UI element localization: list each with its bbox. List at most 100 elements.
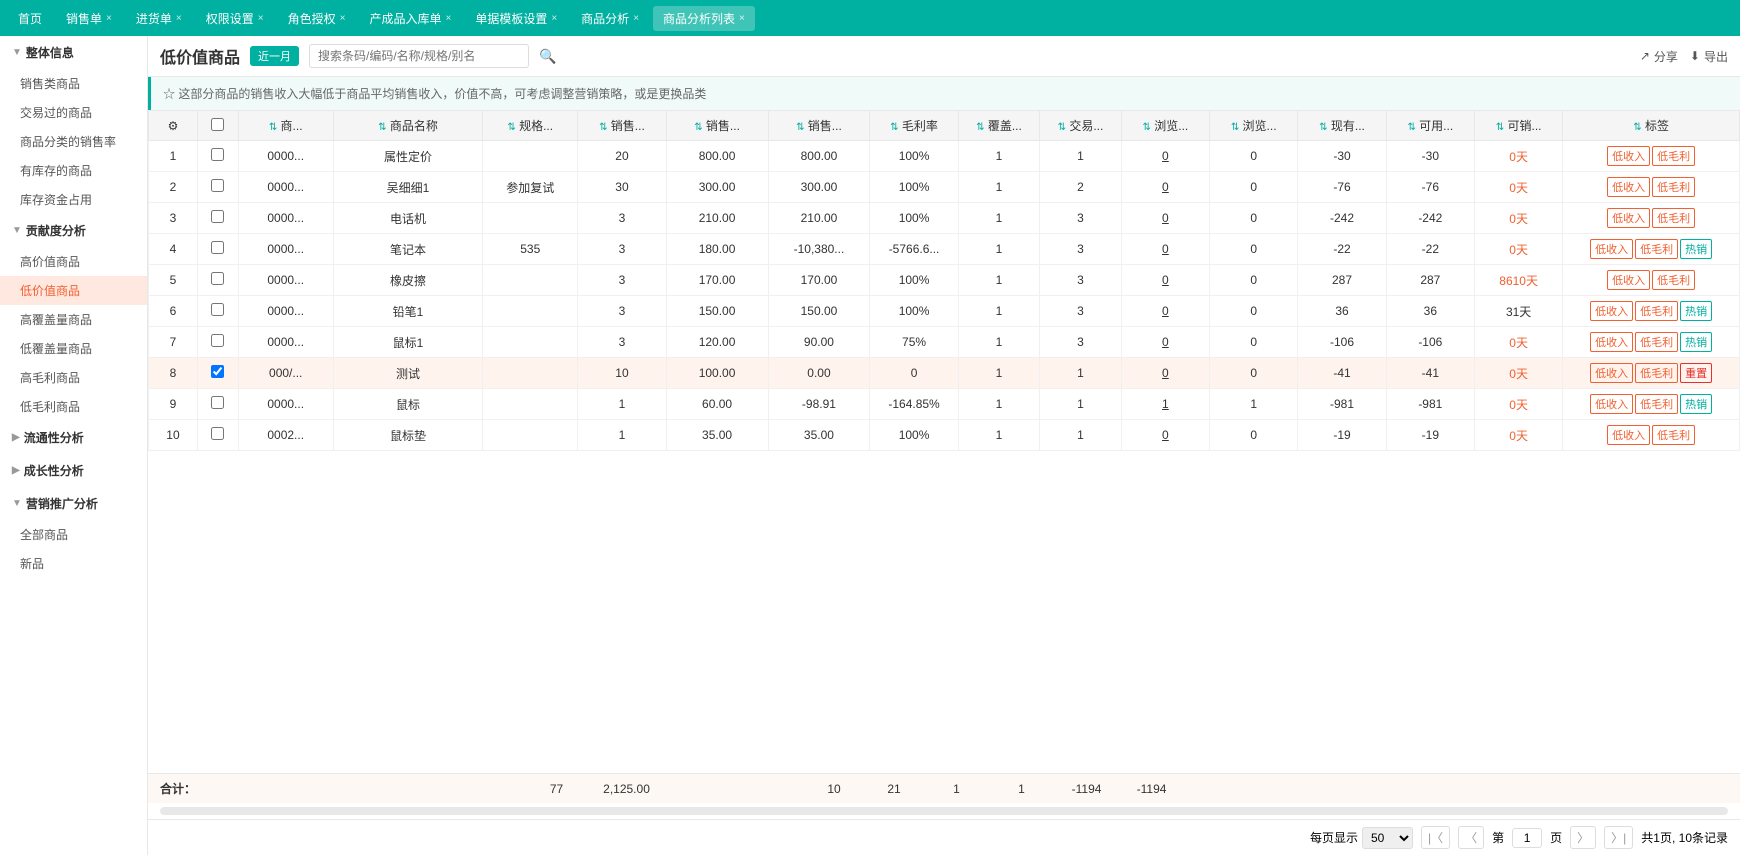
col-spec-header[interactable]: ⇅ 规格... bbox=[483, 111, 578, 141]
horizontal-scrollbar[interactable] bbox=[160, 807, 1728, 815]
table-row: 4 0000... 笔记本 535 3 180.00 -10,380... -5… bbox=[149, 234, 1740, 265]
first-page-btn[interactable]: |〈 bbox=[1421, 826, 1450, 849]
nav-close-icon[interactable]: × bbox=[106, 13, 112, 24]
row-transaction: 3 bbox=[1040, 265, 1122, 296]
row-code: 0000... bbox=[238, 296, 333, 327]
sidebar-group-marketing[interactable]: ▼ 营销推广分析 bbox=[0, 487, 147, 520]
row-browse1: 0 bbox=[1121, 420, 1209, 451]
sidebar-item-high-coverage[interactable]: 高覆盖量商品 bbox=[0, 305, 147, 334]
row-checkbox[interactable] bbox=[211, 303, 224, 316]
next-page-btn[interactable]: 〉 bbox=[1570, 826, 1596, 849]
sidebar-item-stock-funds[interactable]: 库存资金占用 bbox=[0, 185, 147, 214]
product-tag: 低毛利 bbox=[1652, 425, 1695, 445]
row-checkbox[interactable] bbox=[211, 334, 224, 347]
row-browse1: 0 bbox=[1121, 327, 1209, 358]
row-gross-margin: 100% bbox=[870, 172, 958, 203]
browse-link[interactable]: 0 bbox=[1162, 273, 1169, 287]
col-sale-qty-header[interactable]: ⇅ 销售... bbox=[578, 111, 666, 141]
nav-product[interactable]: 产成品入库单 × bbox=[359, 6, 461, 31]
browse-link[interactable]: 0 bbox=[1162, 149, 1169, 163]
search-icon[interactable]: 🔍 bbox=[539, 48, 556, 65]
table-body: 1 0000... 属性定价 20 800.00 800.00 100% 1 1… bbox=[149, 141, 1740, 451]
export-button[interactable]: ⬇ 导出 bbox=[1690, 48, 1728, 65]
row-checkbox[interactable] bbox=[211, 427, 224, 440]
row-checkbox[interactable] bbox=[211, 365, 224, 378]
nav-analysis[interactable]: 商品分析 × bbox=[571, 6, 649, 31]
col-sale-amount-header[interactable]: ⇅ 销售... bbox=[768, 111, 870, 141]
row-checkbox[interactable] bbox=[211, 210, 224, 223]
sidebar-group-growth[interactable]: ▶ 成长性分析 bbox=[0, 454, 147, 487]
sidebar-group-overview[interactable]: ▼ 整体信息 bbox=[0, 36, 147, 69]
col-stock2-header[interactable]: ⇅ 可用... bbox=[1386, 111, 1474, 141]
sidebar-item-traded-products[interactable]: 交易过的商品 bbox=[0, 98, 147, 127]
sidebar-item-all-products[interactable]: 全部商品 bbox=[0, 520, 147, 549]
col-stock3-header[interactable]: ⇅ 可销... bbox=[1474, 111, 1562, 141]
nav-close-icon[interactable]: × bbox=[176, 13, 182, 24]
col-transaction-header[interactable]: ⇅ 交易... bbox=[1040, 111, 1122, 141]
sidebar-group-circulation[interactable]: ▶ 流通性分析 bbox=[0, 421, 147, 454]
last-page-btn[interactable]: 〉| bbox=[1604, 826, 1633, 849]
nav-close-icon[interactable]: × bbox=[340, 13, 346, 24]
sidebar-item-stocked-products[interactable]: 有库存的商品 bbox=[0, 156, 147, 185]
col-name-header[interactable]: ⇅ 商品名称 bbox=[333, 111, 482, 141]
nav-analysis-list[interactable]: 商品分析列表 × bbox=[653, 6, 755, 31]
row-checkbox[interactable] bbox=[211, 179, 224, 192]
nav-close-icon[interactable]: × bbox=[633, 13, 639, 24]
browse-link[interactable]: 0 bbox=[1162, 242, 1169, 256]
row-stock2: 287 bbox=[1386, 265, 1474, 296]
sidebar-group-contribution[interactable]: ▼ 贡献度分析 bbox=[0, 214, 147, 247]
col-settings[interactable]: ⚙ bbox=[149, 111, 198, 141]
table-row: 8 000/... 测试 10 100.00 0.00 0 1 1 0 0 -4… bbox=[149, 358, 1740, 389]
nav-template[interactable]: 单据模板设置 × bbox=[465, 6, 567, 31]
col-tag-header[interactable]: ⇅ 标签 bbox=[1563, 111, 1740, 141]
col-check[interactable] bbox=[197, 111, 238, 141]
prev-page-btn[interactable]: 〈 bbox=[1458, 826, 1484, 849]
browse-link[interactable]: 0 bbox=[1162, 428, 1169, 442]
row-checkbox[interactable] bbox=[211, 272, 224, 285]
nav-close-icon[interactable]: × bbox=[445, 13, 451, 24]
row-browse2: 0 bbox=[1210, 327, 1298, 358]
browse-link[interactable]: 1 bbox=[1162, 397, 1169, 411]
sidebar-item-low-profit[interactable]: 低毛利商品 bbox=[0, 392, 147, 421]
row-sale-price: 210.00 bbox=[666, 203, 768, 234]
sidebar-item-sales-products[interactable]: 销售类商品 bbox=[0, 69, 147, 98]
col-sale-price-header[interactable]: ⇅ 销售... bbox=[666, 111, 768, 141]
row-code: 0000... bbox=[238, 265, 333, 296]
select-all-checkbox[interactable] bbox=[211, 118, 224, 131]
row-checkbox[interactable] bbox=[211, 241, 224, 254]
share-button[interactable]: ↗ 分享 bbox=[1640, 48, 1678, 65]
row-checkbox[interactable] bbox=[211, 396, 224, 409]
col-stock1-header[interactable]: ⇅ 现有... bbox=[1298, 111, 1386, 141]
nav-close-icon[interactable]: × bbox=[739, 13, 745, 24]
sidebar-item-low-coverage[interactable]: 低覆盖量商品 bbox=[0, 334, 147, 363]
browse-link[interactable]: 0 bbox=[1162, 335, 1169, 349]
per-page-select[interactable]: 50 100 bbox=[1362, 827, 1413, 849]
sidebar-item-high-profit[interactable]: 高毛利商品 bbox=[0, 363, 147, 392]
nav-home[interactable]: 首页 bbox=[8, 6, 52, 31]
nav-close-icon[interactable]: × bbox=[551, 13, 557, 24]
sidebar-item-new-products[interactable]: 新品 bbox=[0, 549, 147, 578]
search-input[interactable] bbox=[309, 44, 529, 68]
row-checkbox[interactable] bbox=[211, 148, 224, 161]
product-tag: 低毛利 bbox=[1652, 177, 1695, 197]
browse-link[interactable]: 0 bbox=[1162, 180, 1169, 194]
browse-link[interactable]: 0 bbox=[1162, 211, 1169, 225]
nav-role[interactable]: 角色授权 × bbox=[278, 6, 356, 31]
sidebar-item-high-value[interactable]: 高价值商品 bbox=[0, 247, 147, 276]
col-browse2-header[interactable]: ⇅ 浏览... bbox=[1210, 111, 1298, 141]
period-tag[interactable]: 近一月 bbox=[250, 46, 299, 66]
row-sale-price: 180.00 bbox=[666, 234, 768, 265]
col-gross-header[interactable]: ⇅ 毛利率 bbox=[870, 111, 958, 141]
col-coverage-header[interactable]: ⇅ 覆盖... bbox=[958, 111, 1040, 141]
browse-link[interactable]: 0 bbox=[1162, 366, 1169, 380]
col-code-header[interactable]: ⇅ 商... bbox=[238, 111, 333, 141]
sidebar-item-category-sales[interactable]: 商品分类的销售率 bbox=[0, 127, 147, 156]
page-input[interactable] bbox=[1512, 828, 1542, 848]
browse-link[interactable]: 0 bbox=[1162, 304, 1169, 318]
nav-sales[interactable]: 销售单 × bbox=[56, 6, 122, 31]
nav-purchase[interactable]: 进货单 × bbox=[126, 6, 192, 31]
nav-permission[interactable]: 权限设置 × bbox=[196, 6, 274, 31]
sidebar-item-low-value[interactable]: 低价值商品 bbox=[0, 276, 147, 305]
col-browse1-header[interactable]: ⇅ 浏览... bbox=[1121, 111, 1209, 141]
nav-close-icon[interactable]: × bbox=[258, 13, 264, 24]
